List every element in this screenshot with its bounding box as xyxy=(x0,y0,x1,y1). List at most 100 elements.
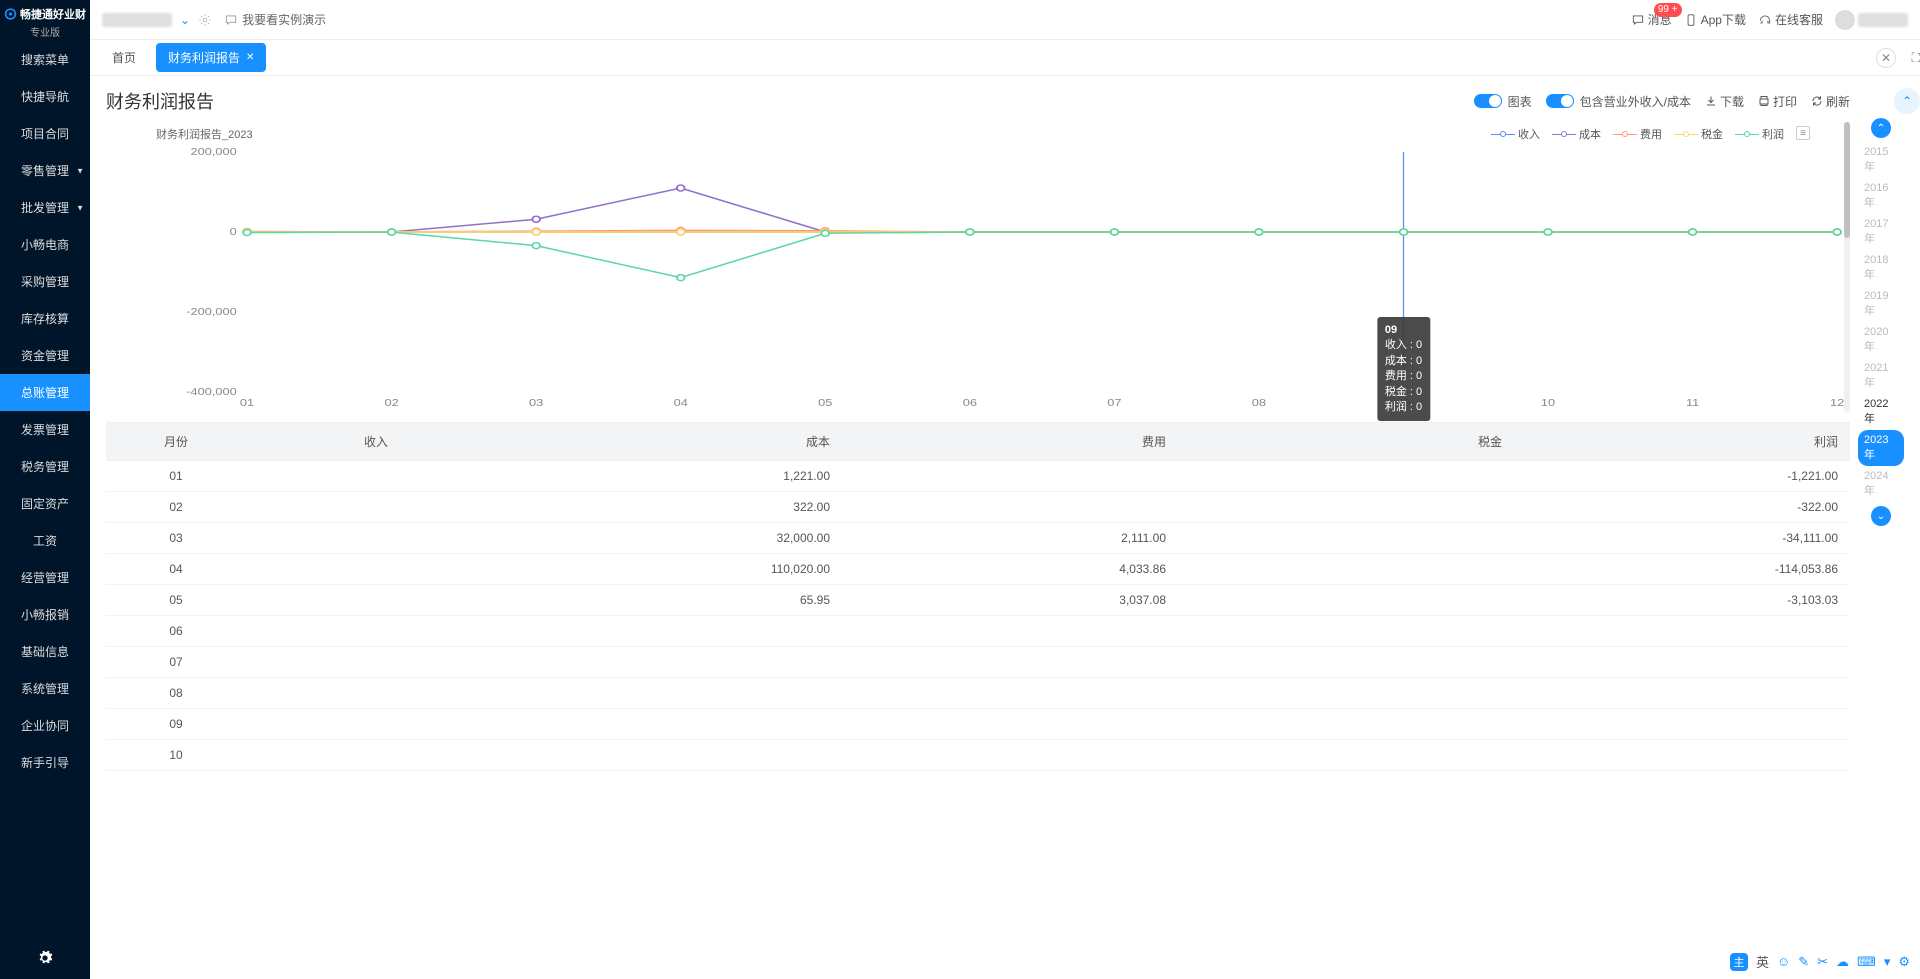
year-item[interactable]: 2020年 xyxy=(1858,322,1904,358)
sidebar-item-14[interactable]: 经营管理 xyxy=(0,559,90,596)
sidebar-item-12[interactable]: 固定资产 xyxy=(0,485,90,522)
sidebar-item-11[interactable]: 税务管理 xyxy=(0,448,90,485)
table-cell xyxy=(246,678,506,709)
table-cell: 08 xyxy=(106,678,246,709)
online-service-button[interactable]: 在线客服 xyxy=(1758,11,1823,28)
table-row: 08 xyxy=(106,678,1850,709)
table-cell xyxy=(842,647,1178,678)
collapse-rail-button[interactable]: ⌃ xyxy=(1894,88,1920,114)
year-item[interactable]: 2023年 xyxy=(1858,430,1904,466)
table-cell: 2,111.00 xyxy=(842,523,1178,554)
scrollbar[interactable] xyxy=(1844,122,1850,412)
company-selector[interactable]: ⌄ xyxy=(102,13,212,27)
sidebar-item-3[interactable]: 零售管理▼ xyxy=(0,152,90,189)
chart-legend: 收入成本费用税金利润 ≡ xyxy=(1491,126,1810,142)
sidebar-item-2[interactable]: 项目合同 xyxy=(0,115,90,152)
cloud-icon[interactable]: ☁ xyxy=(1836,954,1849,970)
sidebar-item-5[interactable]: 小畅电商 xyxy=(0,226,90,263)
sidebar-item-17[interactable]: 系统管理 xyxy=(0,670,90,707)
table-cell xyxy=(1178,461,1514,492)
smile-icon[interactable]: ☺ xyxy=(1777,954,1790,969)
ime-badge[interactable]: 主 xyxy=(1730,953,1748,971)
sidebar-item-7[interactable]: 库存核算 xyxy=(0,300,90,337)
year-item[interactable]: 2019年 xyxy=(1858,286,1904,322)
brand-logo: 畅捷通好业财 专业版 xyxy=(0,0,90,41)
sidebar-item-8[interactable]: 资金管理 xyxy=(0,337,90,374)
svg-text:04: 04 xyxy=(674,398,689,408)
legend-item[interactable]: 收入 xyxy=(1491,126,1540,142)
legend-item[interactable]: 税金 xyxy=(1674,126,1723,142)
demo-link[interactable]: 我要看实例演示 xyxy=(224,11,326,28)
year-prev-button[interactable]: ⌃ xyxy=(1871,118,1891,138)
gear-icon xyxy=(37,950,53,966)
close-all-tabs-button[interactable]: ✕ xyxy=(1876,48,1896,68)
close-icon[interactable]: ✕ xyxy=(246,52,254,63)
keyboard-icon[interactable]: ⌨ xyxy=(1857,954,1876,970)
messages-button[interactable]: 消息 99 + xyxy=(1631,11,1672,28)
edit-icon[interactable]: ✎ xyxy=(1798,954,1809,970)
tab-home[interactable]: 首页 xyxy=(100,43,148,72)
table-cell: 01 xyxy=(106,461,246,492)
table-cell xyxy=(842,709,1178,740)
user-menu[interactable] xyxy=(1835,10,1908,30)
table-row: 10 xyxy=(106,740,1850,771)
svg-text:-200,000: -200,000 xyxy=(186,307,237,317)
sidebar-item-0[interactable]: 搜索菜单 xyxy=(0,41,90,78)
gear-icon[interactable]: ⚙ xyxy=(1898,954,1910,970)
table-header: 利润 xyxy=(1514,423,1850,461)
app-download-button[interactable]: App下载 xyxy=(1684,11,1746,28)
sidebar-item-4[interactable]: 批发管理▼ xyxy=(0,189,90,226)
table-cell xyxy=(842,616,1178,647)
year-item[interactable]: 2017年 xyxy=(1858,214,1904,250)
messages-badge: 99 + xyxy=(1654,3,1682,17)
table-cell xyxy=(1178,616,1514,647)
year-item[interactable]: 2024年 xyxy=(1858,466,1904,502)
year-item[interactable]: 2016年 xyxy=(1858,178,1904,214)
sidebar-item-13[interactable]: 工资 xyxy=(0,522,90,559)
refresh-button[interactable]: 刷新 xyxy=(1811,93,1850,110)
settings-button[interactable] xyxy=(0,940,90,979)
gear-icon[interactable] xyxy=(198,13,212,27)
sidebar-item-18[interactable]: 企业协同 xyxy=(0,707,90,744)
table-cell xyxy=(506,740,842,771)
year-item[interactable]: 2022年 xyxy=(1858,394,1904,430)
ime-toolbar[interactable]: 主 英 ☺ ✎ ✂ ☁ ⌨ ▾ ⚙ xyxy=(1726,950,1914,973)
svg-text:11: 11 xyxy=(1686,398,1699,408)
sidebar-item-6[interactable]: 采购管理 xyxy=(0,263,90,300)
chart-svg[interactable]: -400,000-200,0000200,0000102030405060708… xyxy=(106,122,1850,412)
table-cell xyxy=(1178,585,1514,616)
sidebar-item-15[interactable]: 小畅报销 xyxy=(0,596,90,633)
sidebar-item-9[interactable]: 总账管理 xyxy=(0,374,90,411)
legend-item[interactable]: 费用 xyxy=(1613,126,1662,142)
year-item[interactable]: 2015年 xyxy=(1858,142,1904,178)
scissors-icon[interactable]: ✂ xyxy=(1817,954,1828,970)
legend-item[interactable]: 利润 xyxy=(1735,126,1784,142)
year-item[interactable]: 2018年 xyxy=(1858,250,1904,286)
year-next-button[interactable]: ⌄ xyxy=(1871,506,1891,526)
table-cell xyxy=(246,461,506,492)
toggle-extra-income[interactable] xyxy=(1546,94,1574,108)
table-cell: 06 xyxy=(106,616,246,647)
table-cell xyxy=(1514,678,1850,709)
brand-icon xyxy=(4,7,17,21)
legend-more-icon[interactable]: ≡ xyxy=(1796,126,1810,140)
sidebar-item-1[interactable]: 快捷导航 xyxy=(0,78,90,115)
table-header: 税金 xyxy=(1178,423,1514,461)
scrollbar-thumb[interactable] xyxy=(1844,122,1850,238)
sidebar: 畅捷通好业财 专业版 搜索菜单快捷导航项目合同零售管理▼批发管理▼小畅电商采购管… xyxy=(0,0,90,979)
table-cell: 110,020.00 xyxy=(506,554,842,585)
year-item[interactable]: 2021年 xyxy=(1858,358,1904,394)
sidebar-item-10[interactable]: 发票管理 xyxy=(0,411,90,448)
down-icon[interactable]: ▾ xyxy=(1884,954,1891,970)
tab-bar: 首页 财务利润报告 ✕ ✕ ⛶ xyxy=(90,40,1920,76)
print-button[interactable]: 打印 xyxy=(1758,93,1797,110)
sidebar-item-19[interactable]: 新手引导 xyxy=(0,744,90,781)
svg-text:09: 09 xyxy=(1396,398,1410,408)
fullscreen-icon[interactable]: ⛶ xyxy=(1912,50,1920,65)
sidebar-item-16[interactable]: 基础信息 xyxy=(0,633,90,670)
ime-lang[interactable]: 英 xyxy=(1756,952,1769,971)
download-button[interactable]: 下载 xyxy=(1705,93,1744,110)
legend-item[interactable]: 成本 xyxy=(1552,126,1601,142)
toggle-chart[interactable] xyxy=(1474,94,1502,108)
tab-profit-report[interactable]: 财务利润报告 ✕ xyxy=(156,43,266,72)
